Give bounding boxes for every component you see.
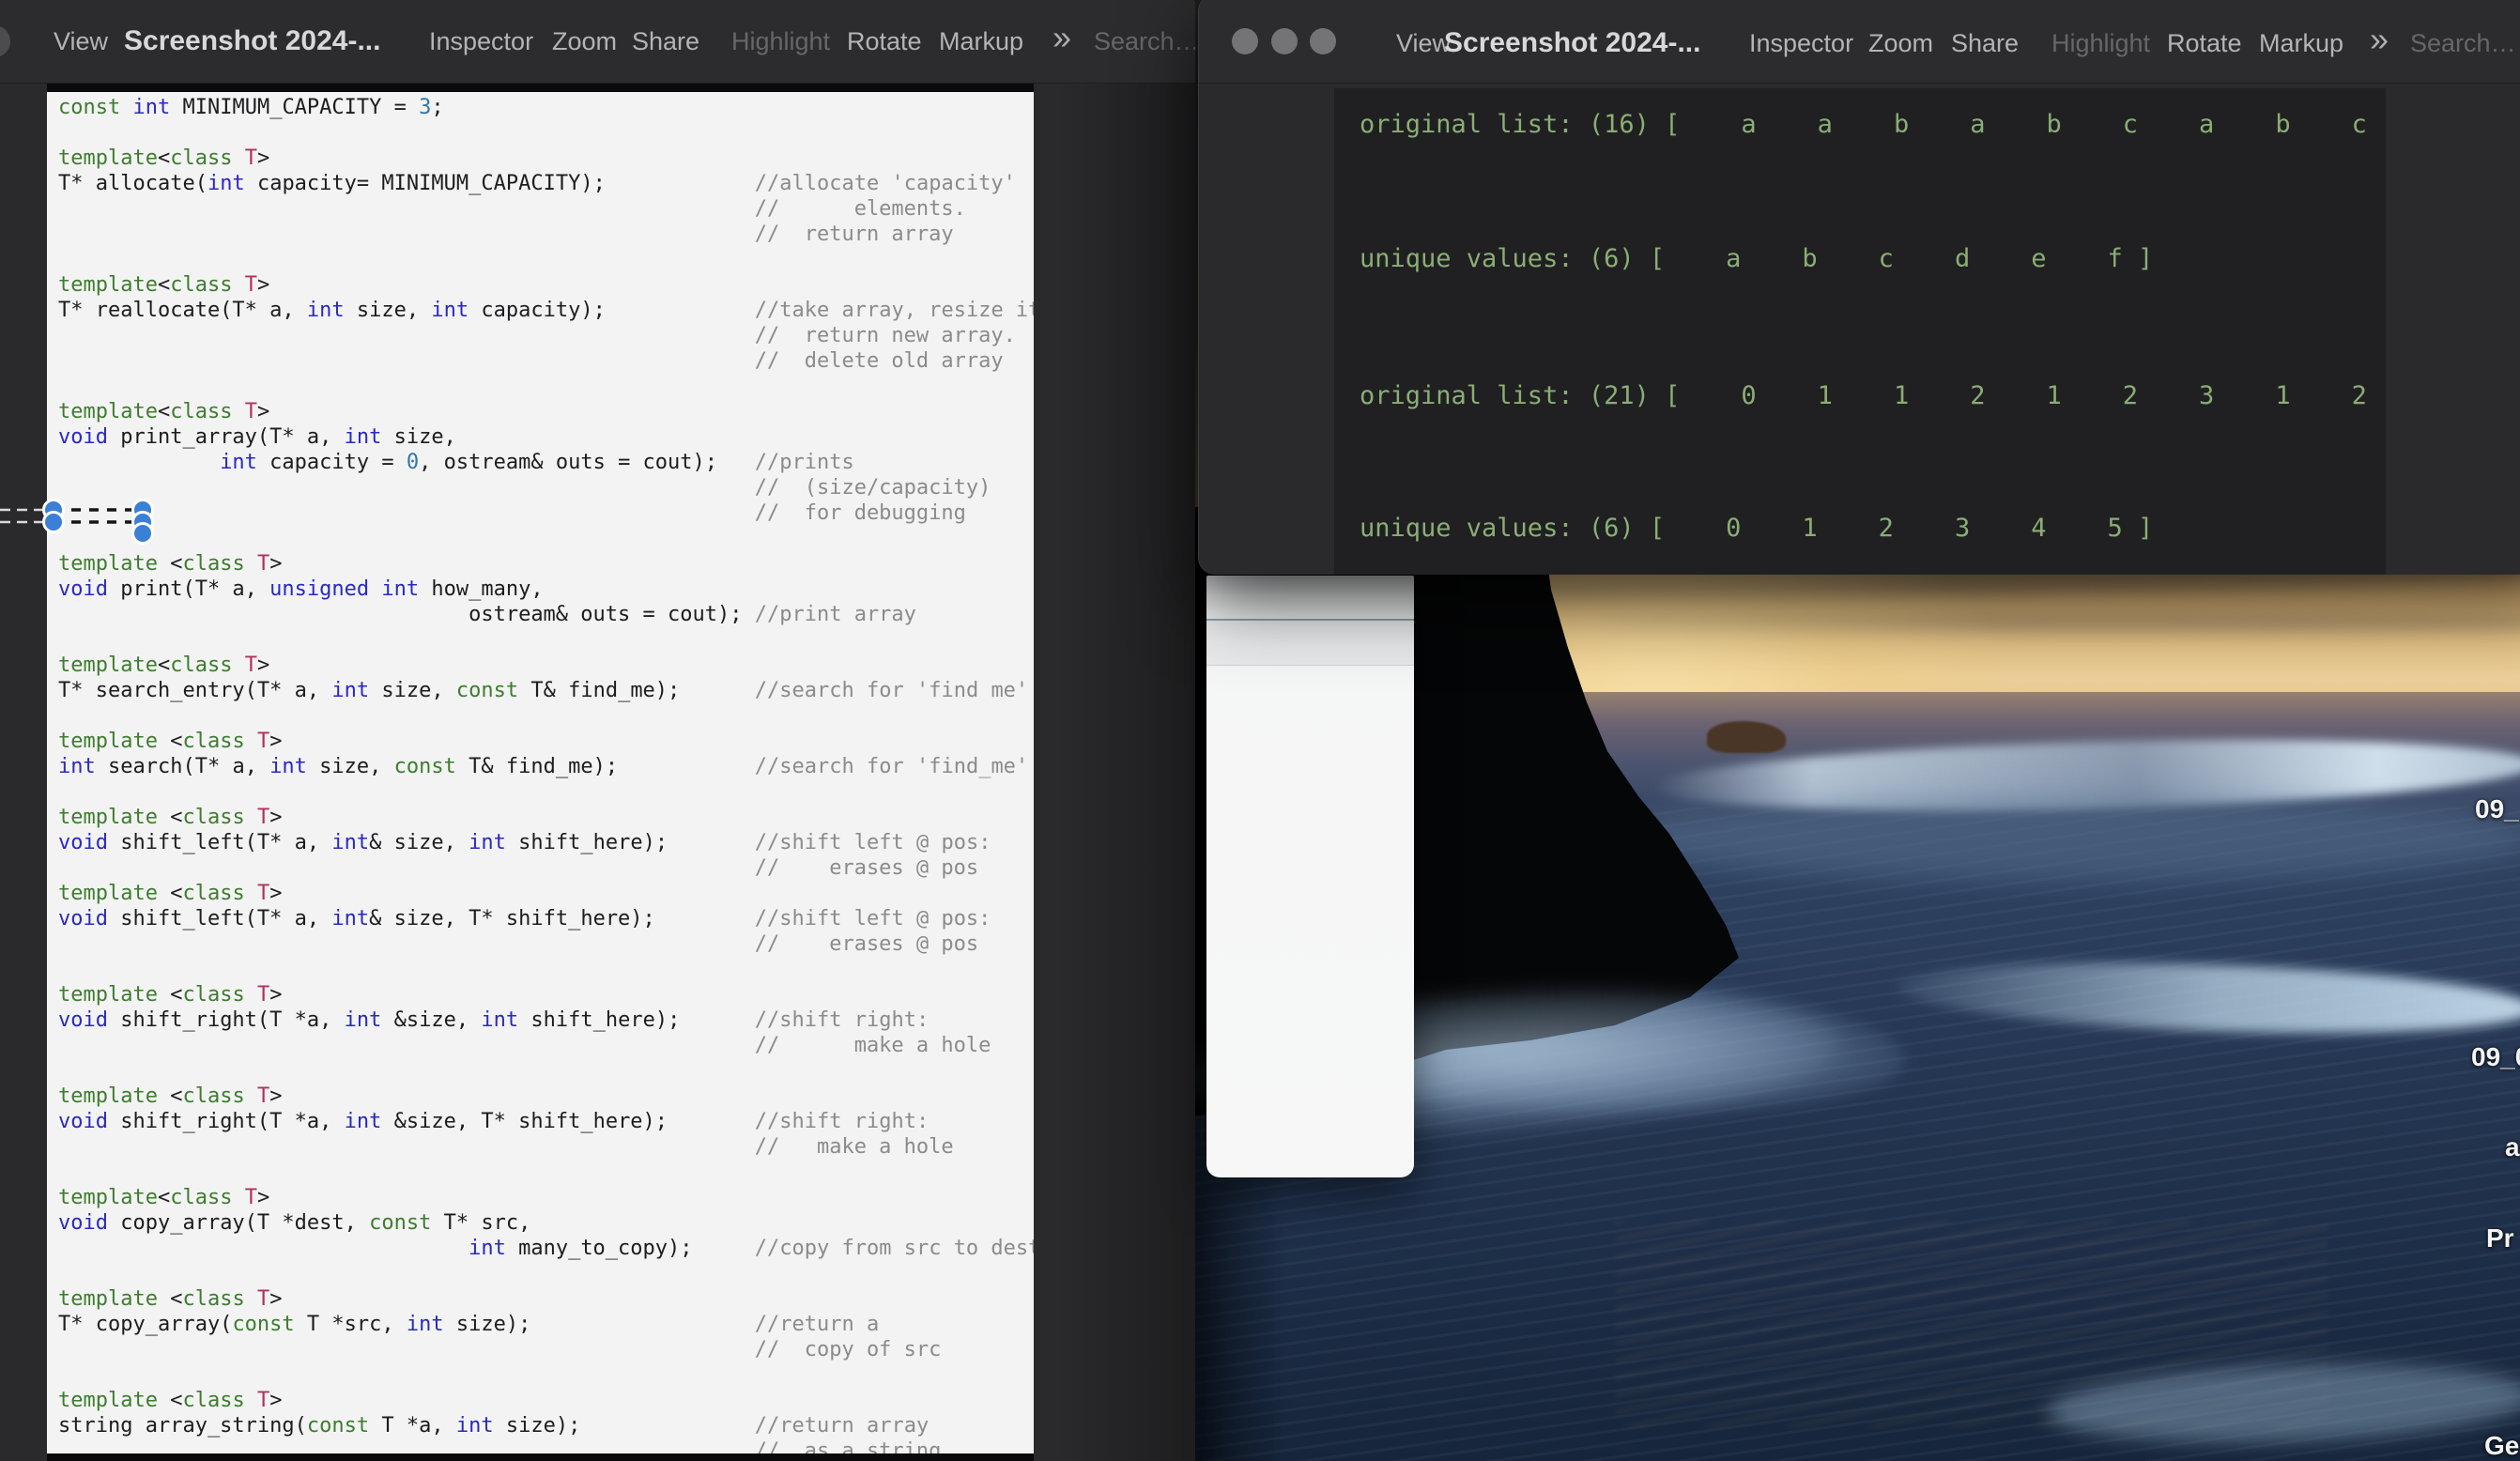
preview-window-code: View Screenshot 2024-... Inspector Zoom … — [0, 0, 1195, 1461]
share-button[interactable]: Share — [632, 27, 699, 56]
annotation-handle[interactable] — [131, 522, 154, 545]
code-image-border — [47, 84, 1034, 92]
search-field[interactable]: Search… — [1094, 27, 1195, 56]
share-button[interactable]: Share — [1951, 29, 2019, 58]
terminal-line: original list: (21) [ 0 1 1 2 1 2 3 1 2 — [1360, 381, 2367, 410]
inspector-button[interactable]: Inspector — [429, 27, 533, 56]
search-field[interactable]: Search… — [2410, 29, 2516, 58]
toolbar-overflow-chevron-icon[interactable]: » — [1053, 18, 1071, 57]
markup-button[interactable]: Markup — [2259, 29, 2343, 58]
white-window-band — [1206, 621, 1414, 665]
traffic-light-partial[interactable] — [0, 25, 10, 57]
window-title: Screenshot 2024-... — [1444, 27, 1701, 58]
window-edge-shadow — [1054, 84, 1195, 1461]
desktop-file-label-line1: 09_0 — [2471, 1042, 2520, 1071]
desktop-file-label[interactable]: Ge — [2484, 1431, 2519, 1461]
zoom-button[interactable]: Zoom — [552, 27, 617, 56]
rotate-button[interactable]: Rotate — [2167, 29, 2242, 58]
white-window-divider — [1206, 665, 1414, 666]
view-menu-button[interactable]: View — [1396, 29, 1451, 58]
wallpaper-wave-foam — [1615, 796, 2520, 881]
desktop-screen: 09_ 09_0 a Pr Ge View Screenshot 2024-..… — [0, 0, 2520, 1461]
traffic-light-zoom[interactable] — [1310, 28, 1336, 54]
annotation-handle[interactable] — [42, 511, 65, 533]
highlight-button[interactable]: Highlight — [2051, 29, 2150, 58]
rotate-button[interactable]: Rotate — [847, 27, 922, 56]
inspector-button[interactable]: Inspector — [1749, 29, 1853, 58]
preview-window-terminal: View Screenshot 2024-... Inspector Zoom … — [1198, 0, 2520, 575]
terminal-screenshot-image: original list: (16) [ a a b a b c a b c … — [1334, 88, 2386, 575]
terminal-line: original list: (16) [ a a b a b c a b c — [1360, 110, 2367, 139]
code-screenshot-image: const int MINIMUM_CAPACITY = 3; template<… — [47, 92, 1034, 1453]
zoom-button[interactable]: Zoom — [1868, 29, 1933, 58]
traffic-light-close[interactable] — [1232, 28, 1258, 54]
desktop-file-label-line2: a — [2505, 1132, 2520, 1161]
window-title: Screenshot 2024-... — [124, 25, 381, 56]
toolbar-overflow-chevron-icon[interactable]: » — [2370, 20, 2389, 59]
highlight-button[interactable]: Highlight — [731, 27, 830, 56]
code-image-border — [47, 1453, 1034, 1461]
wallpaper-distant-rock — [1707, 721, 1786, 753]
terminal-line: unique values: (6) [ 0 1 2 3 4 5 ] — [1360, 514, 2154, 543]
markup-button[interactable]: Markup — [939, 27, 1023, 56]
right-toolbar: View Screenshot 2024-... Inspector Zoom … — [1199, 0, 2520, 84]
view-menu-button[interactable]: View — [54, 27, 108, 56]
background-white-window[interactable] — [1206, 576, 1414, 1177]
desktop-file-label[interactable]: 09_ — [2475, 794, 2519, 824]
left-toolbar: View Screenshot 2024-... Inspector Zoom … — [0, 0, 1195, 84]
desktop-file-label[interactable]: Pr — [2486, 1223, 2514, 1253]
desktop-file-label[interactable]: 09_0 a — [2471, 982, 2520, 1223]
left-window-content: const int MINIMUM_CAPACITY = 3; template<… — [0, 84, 1195, 1461]
markup-annotation — [0, 499, 154, 545]
right-window-content: original list: (16) [ a a b a b c a b c … — [1199, 84, 2520, 575]
traffic-light-minimize[interactable] — [1271, 28, 1298, 54]
code-image-text: const int MINIMUM_CAPACITY = 3; template<… — [58, 96, 1034, 1453]
terminal-line: unique values: (6) [ a b c d e f ] — [1360, 244, 2154, 273]
